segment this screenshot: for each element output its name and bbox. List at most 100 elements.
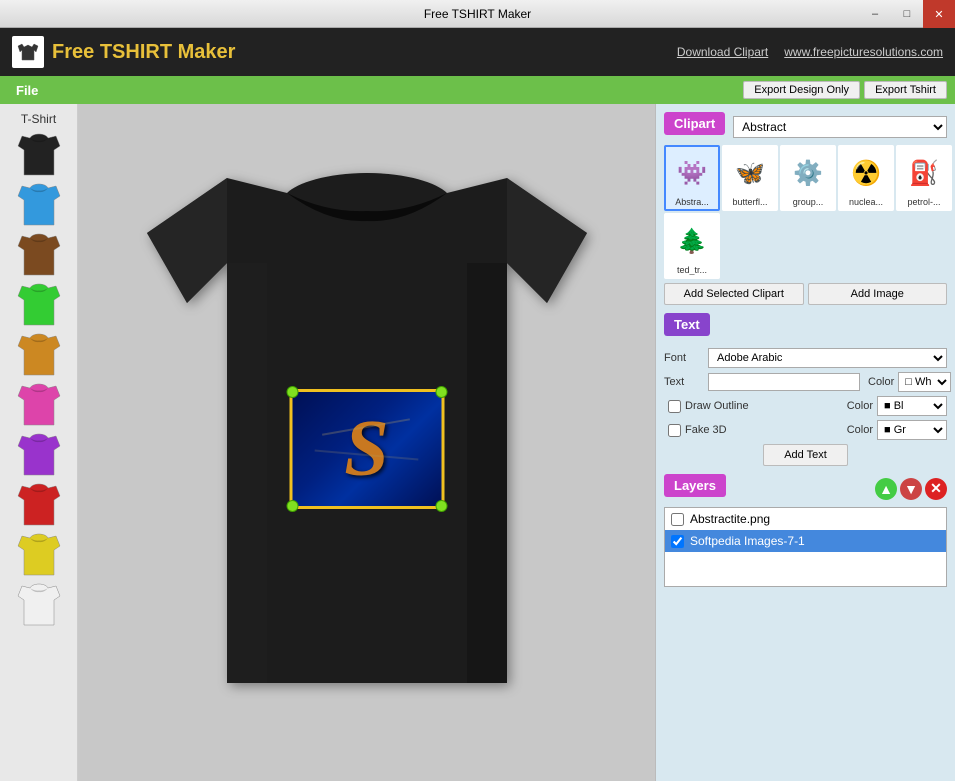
clipart-label: Abstra... xyxy=(668,197,716,207)
text-section: Text Font Adobe ArabicArialTimes New Rom… xyxy=(664,313,947,466)
shirt-color-option[interactable] xyxy=(0,282,77,328)
shirt-color-option[interactable] xyxy=(0,432,77,478)
text-label: Text xyxy=(664,376,704,388)
clipart-section-header: Clipart xyxy=(664,112,725,135)
clipart-item[interactable]: 👾 Abstra... xyxy=(664,145,720,211)
draw-outline-label: Draw Outline xyxy=(685,400,839,412)
clipart-label: ted_tr... xyxy=(668,265,716,275)
logo-tshirt: TSHIRT xyxy=(100,41,172,63)
clipart-label: petrol-... xyxy=(900,197,948,207)
layer-item[interactable]: Softpedia Images-7-1 xyxy=(665,530,946,552)
window-title: Free TSHIRT Maker xyxy=(424,7,531,21)
clipart-label: group... xyxy=(784,197,832,207)
download-clipart-link[interactable]: Download Clipart xyxy=(677,45,768,59)
handle-bottom-right[interactable] xyxy=(435,500,447,512)
draw-outline-row: Draw Outline Color ■ Bl □ Wh xyxy=(664,396,947,416)
file-menu[interactable]: File xyxy=(8,81,46,100)
font-select[interactable]: Adobe ArabicArialTimes New RomanVerdanaC… xyxy=(708,348,947,368)
website-link[interactable]: www.freepicturesolutions.com xyxy=(784,45,943,59)
layer-controls: ▲ ▼ ✕ xyxy=(875,478,947,500)
maximize-button[interactable]: □ xyxy=(891,0,923,28)
logo-icon xyxy=(12,36,44,68)
clipart-section: Clipart AbstractAnimalsBuildingsFoodNatu… xyxy=(664,112,947,305)
handle-top-right[interactable] xyxy=(435,386,447,398)
draw-outline-checkbox[interactable] xyxy=(668,400,681,413)
clipart-item[interactable]: 🦋 butterfl... xyxy=(722,145,778,211)
layer-checkbox[interactable] xyxy=(671,513,684,526)
shirt-color-option[interactable] xyxy=(0,582,77,628)
layer-name: Softpedia Images-7-1 xyxy=(690,534,940,548)
export-tshirt-button[interactable]: Export Tshirt xyxy=(864,81,947,99)
close-button[interactable]: ✕ xyxy=(923,0,955,28)
add-text-row: Add Text xyxy=(664,444,947,466)
fake3d-color-select[interactable]: ■ Gr □ Wh ■ Bl xyxy=(877,420,947,440)
handle-bottom-left[interactable] xyxy=(286,500,298,512)
menu-buttons: Export Design Only Export Tshirt xyxy=(743,81,947,99)
shirt-color-option[interactable] xyxy=(0,332,77,378)
title-bar: Free TSHIRT Maker – □ ✕ xyxy=(0,0,955,28)
add-text-button[interactable]: Add Text xyxy=(763,444,848,466)
outline-color-select[interactable]: ■ Bl □ Wh xyxy=(877,396,947,416)
clipart-header-row: Clipart AbstractAnimalsBuildingsFoodNatu… xyxy=(664,112,947,141)
tshirt-container: S xyxy=(98,124,635,761)
minimize-button[interactable]: – xyxy=(859,0,891,28)
text-color-select[interactable]: □ Wh ■ Bl ■ Rd xyxy=(898,372,951,392)
clipart-thumb: 🌲 xyxy=(668,217,716,265)
layer-item[interactable]: Abstractite.png xyxy=(665,508,946,530)
layers-section: Layers ▲ ▼ ✕ Abstractite.png Softpedia I… xyxy=(664,474,947,587)
clipart-thumb: ☢️ xyxy=(842,149,890,197)
layer-name: Abstractite.png xyxy=(690,512,940,526)
text-color-label: Color xyxy=(868,376,894,388)
clipart-label: nuclea... xyxy=(842,197,890,207)
logo: Free TSHIRT Maker xyxy=(12,36,235,68)
clipart-thumb: 🦋 xyxy=(726,149,774,197)
clipart-thumb: ⚙️ xyxy=(784,149,832,197)
text-section-header: Text xyxy=(664,313,710,336)
clipart-item[interactable]: ⚙️ group... xyxy=(780,145,836,211)
shirt-color-list xyxy=(0,132,77,628)
fake3d-color-label: Color xyxy=(847,424,873,436)
right-panel: Clipart AbstractAnimalsBuildingsFoodNatu… xyxy=(655,104,955,781)
outline-color-label: Color xyxy=(847,400,873,412)
clipart-thumb: 👾 xyxy=(668,149,716,197)
add-image-button[interactable]: Add Image xyxy=(808,283,948,305)
menu-bar: File Export Design Only Export Tshirt xyxy=(0,76,955,104)
canvas-area: SOFTF... xyxy=(78,104,655,781)
clipart-item[interactable]: ⛽ petrol-... xyxy=(896,145,952,211)
logo-free: Free xyxy=(52,41,94,63)
font-label: Font xyxy=(664,352,704,364)
text-input[interactable] xyxy=(708,373,860,391)
clipart-item[interactable]: ☢️ nuclea... xyxy=(838,145,894,211)
shirt-color-option[interactable] xyxy=(0,532,77,578)
sidebar-section-label: T-Shirt xyxy=(0,112,77,126)
logo-maker: Maker xyxy=(178,41,236,63)
handle-top-left[interactable] xyxy=(286,386,298,398)
logo-text: Free TSHIRT Maker xyxy=(52,41,235,64)
clipart-category-dropdown[interactable]: AbstractAnimalsBuildingsFoodNatureSports… xyxy=(733,116,947,138)
design-letter: S xyxy=(344,403,389,494)
shirt-color-option[interactable] xyxy=(0,482,77,528)
main-content: T-Shirt xyxy=(0,104,955,781)
layer-checkbox[interactable] xyxy=(671,535,684,548)
fake3d-checkbox[interactable] xyxy=(668,424,681,437)
add-clipart-button[interactable]: Add Selected Clipart xyxy=(664,283,804,305)
layers-section-header: Layers xyxy=(664,474,726,497)
clipart-buttons: Add Selected Clipart Add Image xyxy=(664,283,947,305)
layers-list: Abstractite.png Softpedia Images-7-1 xyxy=(664,507,947,587)
layer-down-button[interactable]: ▼ xyxy=(900,478,922,500)
shirt-color-option[interactable] xyxy=(0,182,77,228)
shirt-color-option[interactable] xyxy=(0,232,77,278)
layers-header-row: Layers ▲ ▼ ✕ xyxy=(664,474,947,503)
shirt-color-option[interactable] xyxy=(0,382,77,428)
clipart-item[interactable]: 🌲 ted_tr... xyxy=(664,213,720,279)
app-header: Free TSHIRT Maker Download Clipart www.f… xyxy=(0,28,955,76)
design-overlay[interactable]: S xyxy=(289,389,444,509)
sidebar: T-Shirt xyxy=(0,104,78,781)
layer-up-button[interactable]: ▲ xyxy=(875,478,897,500)
clipart-thumb: ⛽ xyxy=(900,149,948,197)
clipart-label: butterfl... xyxy=(726,197,774,207)
layer-delete-button[interactable]: ✕ xyxy=(925,478,947,500)
text-row: Text Color □ Wh ■ Bl ■ Rd xyxy=(664,372,947,392)
shirt-color-option[interactable] xyxy=(0,132,77,178)
export-design-button[interactable]: Export Design Only xyxy=(743,81,860,99)
